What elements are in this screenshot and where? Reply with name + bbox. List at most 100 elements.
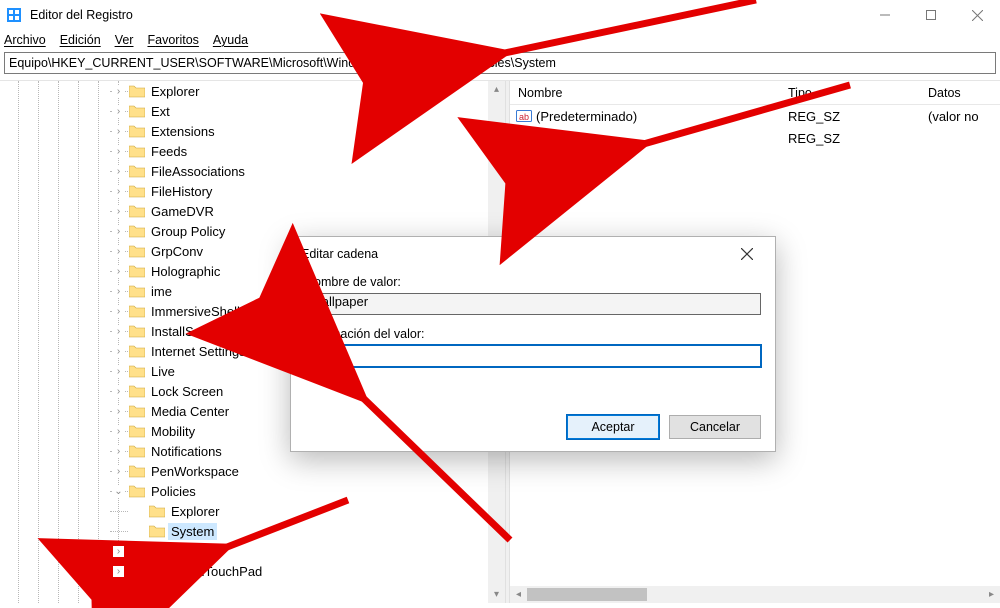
minimize-button[interactable] <box>862 0 908 30</box>
value-row[interactable]: ab (Predeterminado) REG_SZ(valor no <box>510 105 1000 127</box>
dialog-title: Editar cadena <box>301 247 378 261</box>
expand-icon[interactable]: › <box>113 566 124 577</box>
expand-icon[interactable]: › <box>113 546 124 557</box>
expand-icon[interactable]: › <box>113 406 124 417</box>
expand-icon[interactable]: › <box>113 346 124 357</box>
maximize-button[interactable] <box>908 0 954 30</box>
menu-view[interactable]: Ver <box>115 33 134 47</box>
value-type: REG_SZ <box>780 131 920 146</box>
tree-item-feeds[interactable]: ›Feeds <box>128 141 488 161</box>
list-header: Nombre Tipo Datos <box>510 81 1000 105</box>
menu-edit[interactable]: Edición <box>60 33 101 47</box>
value-data-field[interactable] <box>305 345 761 367</box>
string-value-icon: ab <box>516 130 532 146</box>
hscroll-right-icon[interactable]: ▸ <box>983 586 1000 603</box>
tree-item-label: Mobility <box>148 423 198 440</box>
value-data: (valor no <box>920 109 1000 124</box>
address-path: Equipo\HKEY_CURRENT_USER\SOFTWARE\Micros… <box>9 56 556 70</box>
tree-item-explorer[interactable]: Explorer <box>128 501 488 521</box>
tree-item-label: PrecisionTouchPad <box>148 563 265 580</box>
values-hscroll[interactable]: ◂ ▸ <box>510 586 1000 603</box>
dialog-titlebar: Editar cadena <box>291 237 775 271</box>
expand-icon[interactable]: › <box>113 186 124 197</box>
tree-item-label: ime <box>148 283 175 300</box>
list-rows: ab (Predeterminado) REG_SZ(valor no abWallp… <box>510 105 1000 149</box>
tree-item-explorer[interactable]: ›Explorer <box>128 81 488 101</box>
tree-item-gamedvr[interactable]: ›GameDVR <box>128 201 488 221</box>
value-name: (Predeterminado) <box>536 109 637 124</box>
tree-item-label: Lock Screen <box>148 383 226 400</box>
expand-icon[interactable]: › <box>113 286 124 297</box>
value-type: REG_SZ <box>780 109 920 124</box>
value-row[interactable]: abWallpaperREG_SZ <box>510 127 1000 149</box>
tree-item-label: Group Policy <box>148 223 228 240</box>
tree-item-penworkspace[interactable]: ›PenWorkspace <box>128 461 488 481</box>
expand-icon[interactable]: › <box>113 206 124 217</box>
expand-icon[interactable]: › <box>113 266 124 277</box>
tree-item-precisiontouchpad[interactable]: ›PrecisionTouchPad <box>128 561 488 581</box>
expand-icon[interactable]: › <box>113 166 124 177</box>
string-value-icon: ab <box>516 108 532 124</box>
close-button[interactable] <box>954 0 1000 30</box>
expand-icon[interactable]: › <box>113 306 124 317</box>
scroll-up-icon[interactable]: ▴ <box>488 81 505 98</box>
tree-item-label: InstallService <box>148 323 231 340</box>
tree-item-label: PowerCPL <box>148 543 216 560</box>
expand-icon[interactable]: › <box>113 326 124 337</box>
tree-item-label: GameDVR <box>148 203 217 220</box>
tree-item-label: GrpConv <box>148 243 206 260</box>
svg-text:ab: ab <box>519 112 529 122</box>
col-data[interactable]: Datos <box>920 86 1000 100</box>
expand-icon[interactable]: › <box>113 106 124 117</box>
window-titlebar: Editor del Registro <box>0 0 1000 30</box>
tree-item-label: PenWorkspace <box>148 463 242 480</box>
scroll-down-icon[interactable]: ▾ <box>488 586 505 603</box>
svg-text:ab: ab <box>519 134 529 144</box>
expand-icon[interactable]: › <box>113 146 124 157</box>
dialog-close-button[interactable] <box>729 240 765 268</box>
menubar: Archivo Edición Ver Favoritos Ayuda <box>0 30 1000 50</box>
tree-item-label: ImmersiveShell <box>148 303 243 320</box>
tree-item-system[interactable]: System <box>128 521 488 541</box>
cancel-button[interactable]: Cancelar <box>669 415 761 439</box>
hscroll-left-icon[interactable]: ◂ <box>510 586 527 603</box>
col-name[interactable]: Nombre <box>510 86 780 100</box>
tree-item-filehistory[interactable]: ›FileHistory <box>128 181 488 201</box>
tree-item-label: Notifications <box>148 443 225 460</box>
tree-item-label: Internet Settings <box>148 343 249 360</box>
value-name-field[interactable]: Wallpaper <box>305 293 761 315</box>
tree-item-policies[interactable]: ⌄Policies <box>128 481 488 501</box>
tree-item-fileassociations[interactable]: ›FileAssociations <box>128 161 488 181</box>
expand-icon[interactable]: › <box>113 126 124 137</box>
menu-file[interactable]: Archivo <box>4 33 46 47</box>
expand-icon[interactable]: › <box>113 366 124 377</box>
menu-help[interactable]: Ayuda <box>213 33 248 47</box>
tree-item-extensions[interactable]: ›Extensions <box>128 121 488 141</box>
regedit-app-icon <box>6 7 22 23</box>
value-name-text: Wallpaper <box>310 294 368 309</box>
tree-item-ext[interactable]: ›Ext <box>128 101 488 121</box>
expand-icon[interactable]: › <box>113 466 124 477</box>
tree-item-powercpl[interactable]: ›PowerCPL <box>128 541 488 561</box>
address-bar[interactable]: Equipo\HKEY_CURRENT_USER\SOFTWARE\Micros… <box>4 52 996 74</box>
expand-icon[interactable]: › <box>113 446 124 457</box>
col-type[interactable]: Tipo <box>780 86 920 100</box>
tree-item-label: Feeds <box>148 143 190 160</box>
tree-item-label: FileHistory <box>148 183 215 200</box>
tree-item-label: Explorer <box>148 83 202 100</box>
expand-icon[interactable]: › <box>113 426 124 437</box>
tree-item-label: Holographic <box>148 263 223 280</box>
hscroll-thumb[interactable] <box>527 588 647 601</box>
expand-icon[interactable]: › <box>113 246 124 257</box>
expand-icon[interactable]: › <box>113 386 124 397</box>
menu-favorites[interactable]: Favoritos <box>147 33 198 47</box>
value-data-label: Información del valor: <box>305 327 761 341</box>
window-controls <box>862 0 1000 30</box>
expand-icon[interactable]: › <box>113 226 124 237</box>
tree-item-label: Live <box>148 363 178 380</box>
tree-item-label: Ext <box>148 103 173 120</box>
expand-icon[interactable]: › <box>113 86 124 97</box>
ok-button[interactable]: Aceptar <box>567 415 659 439</box>
value-name-label: Nombre de valor: <box>305 275 761 289</box>
collapse-icon[interactable]: ⌄ <box>113 486 124 497</box>
